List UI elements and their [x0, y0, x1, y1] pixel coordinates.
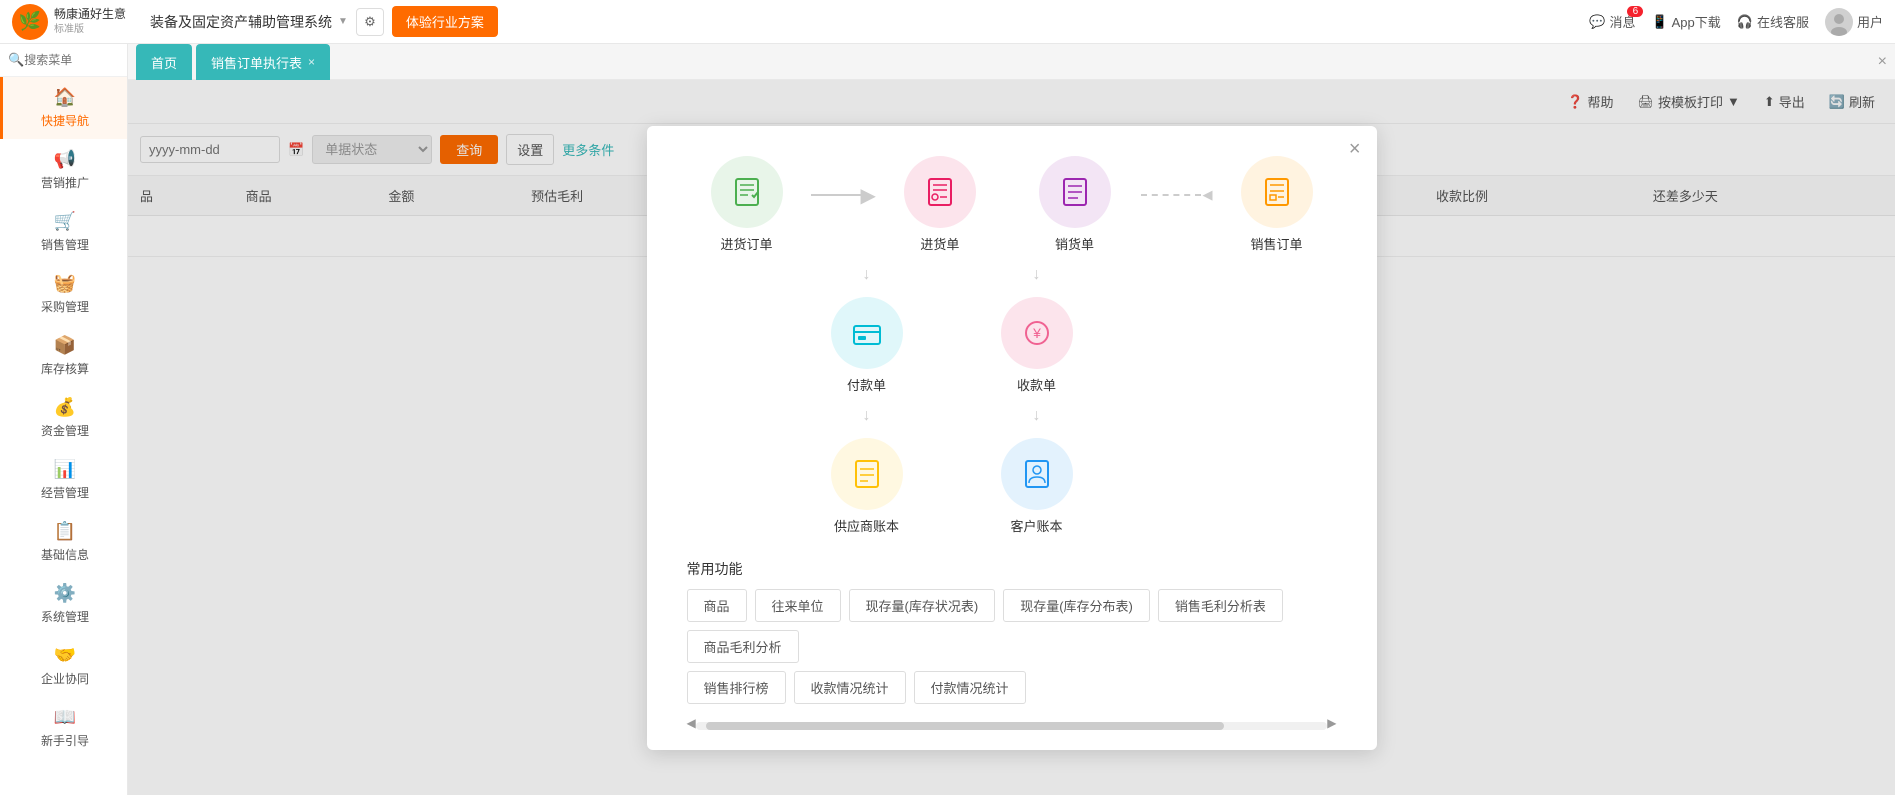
sales-order-icon — [1241, 156, 1313, 228]
common-btn-receipt-stats[interactable]: 收款情况统计 — [794, 671, 906, 704]
system-name: 装备及固定资产辅助管理系统 ▼ — [150, 12, 348, 32]
message-icon: 💬 — [1589, 14, 1605, 30]
payment-bill-icon — [831, 297, 903, 369]
flow-node-sales-order[interactable]: 销售订单 — [1217, 156, 1337, 253]
quick-nav-icon: 🏠 — [54, 87, 76, 108]
sidebar-item-finance[interactable]: 💰 资金管理 — [0, 387, 127, 449]
message-button[interactable]: 💬 消息 6 — [1589, 12, 1635, 31]
supplier-ledger-icon — [831, 438, 903, 510]
tab-bar: 首页 销售订单执行表 × × — [128, 44, 1895, 80]
common-functions-section: 常用功能 商品 往来单位 现存量(库存状况表) 现存量(库存分布表) 销售毛利分… — [687, 559, 1337, 704]
sidebar-search-area[interactable]: 🔍 — [0, 44, 127, 77]
customer-ledger-icon — [1001, 438, 1073, 510]
sidebar-item-marketing[interactable]: 📢 营销推广 — [0, 139, 127, 201]
flow-node-sales-bill[interactable]: 销货单 — [1015, 156, 1135, 253]
sidebar-item-purchase[interactable]: 🧺 采购管理 — [0, 263, 127, 325]
sales-icon: 🛒 — [54, 211, 76, 232]
system-icon: ⚙️ — [54, 583, 76, 604]
tab-sales-order[interactable]: 销售订单执行表 × — [196, 44, 330, 80]
gear-button[interactable]: ⚙ — [356, 8, 384, 36]
modal-close-button[interactable]: × — [1349, 138, 1361, 161]
logo-area: 🌿 畅康通好生意 标准版 — [12, 4, 140, 40]
arrow-down-sales-bill: ↓ — [1033, 267, 1041, 283]
common-btn-sales-ranking[interactable]: 销售排行榜 — [687, 671, 786, 704]
common-btn-partner[interactable]: 往来单位 — [755, 589, 841, 622]
scroll-thumb[interactable] — [706, 722, 1224, 730]
user-menu[interactable]: 用户 — [1825, 8, 1883, 36]
scroll-left-arrow[interactable]: ◀ — [687, 716, 696, 730]
arrow-purchase-order-to-bill: ▶ — [807, 183, 880, 208]
sidebar: 🔍 🏠 快捷导航 📢 营销推广 🛒 销售管理 🧺 采购管理 📦 库存 — [0, 44, 128, 795]
arrow-down-payment: ↓ — [863, 408, 871, 424]
flow-node-purchase-order[interactable]: 进货订单 — [687, 156, 807, 253]
flow-row-2: 付款单 ¥ 收款单 — [687, 297, 1337, 394]
common-btn-product-profit[interactable]: 商品毛利分析 — [687, 630, 799, 663]
common-btn-inventory-dist[interactable]: 现存量(库存分布表) — [1003, 589, 1150, 622]
flow-row-3: 供应商账本 客户账本 — [687, 438, 1337, 535]
common-btn-inventory-status[interactable]: 现存量(库存状况表) — [849, 589, 996, 622]
sidebar-item-inventory[interactable]: 📦 库存核算 — [0, 325, 127, 387]
arrow-down-purchase-bill: ↓ — [863, 267, 871, 283]
inventory-icon: 📦 — [54, 335, 76, 356]
common-buttons-row: 商品 往来单位 现存量(库存状况表) 现存量(库存分布表) 销售毛利分析表 商品… — [687, 589, 1337, 663]
flow-node-customer-ledger[interactable]: 客户账本 — [977, 438, 1097, 535]
marketing-icon: 📢 — [54, 149, 76, 170]
scroll-right-arrow[interactable]: ▶ — [1327, 716, 1336, 730]
purchase-icon: 🧺 — [54, 273, 76, 294]
sidebar-item-sales[interactable]: 🛒 销售管理 — [0, 201, 127, 263]
top-right-area: 💬 消息 6 📱 App下载 🎧 在线客服 用户 — [1589, 8, 1883, 36]
page-wrapper: ❓ 帮助 🖨 按模板打印 ▼ ⬆ 导出 🔄 刷新 — [128, 80, 1895, 795]
purchase-order-icon — [711, 156, 783, 228]
sidebar-item-guide[interactable]: 📖 新手引导 — [0, 697, 127, 759]
flow-diagram: 进货订单 ▶ — [687, 156, 1337, 535]
experience-button[interactable]: 体验行业方案 — [392, 6, 498, 37]
common-functions-title: 常用功能 — [687, 559, 1337, 579]
flow-node-payment-bill[interactable]: 付款单 — [807, 297, 927, 394]
sidebar-item-enterprise[interactable]: 🤝 企业协同 — [0, 635, 127, 697]
flow-row-1: 进货订单 ▶ — [687, 156, 1337, 253]
enterprise-icon: 🤝 — [54, 645, 76, 666]
download-icon: 📱 — [1651, 14, 1667, 30]
common-buttons-row-2: 销售排行榜 收款情况统计 付款情况统计 — [687, 671, 1337, 704]
basic-icon: 📋 — [54, 521, 76, 542]
sidebar-item-basic[interactable]: 📋 基础信息 — [0, 511, 127, 573]
close-all-tabs-button[interactable]: × — [1878, 53, 1887, 71]
flow-node-supplier-ledger[interactable]: 供应商账本 — [807, 438, 927, 535]
flow-row-arrows-2: ↓ ↓ — [687, 404, 1337, 428]
sidebar-item-system[interactable]: ⚙️ 系统管理 — [0, 573, 127, 635]
logo-text: 畅康通好生意 标准版 — [54, 7, 126, 36]
top-bar: 🌿 畅康通好生意 标准版 装备及固定资产辅助管理系统 ▼ ⚙ 体验行业方案 💬 … — [0, 0, 1895, 44]
online-service-button[interactable]: 🎧 在线客服 — [1737, 12, 1809, 31]
search-icon: 🔍 — [8, 52, 24, 68]
sidebar-item-quick-nav[interactable]: 🏠 快捷导航 — [0, 77, 127, 139]
flow-row-arrows: ↓ ↓ — [687, 263, 1337, 287]
avatar — [1825, 8, 1853, 36]
operation-icon: 📊 — [54, 459, 76, 480]
arrow-down-receipt: ↓ — [1033, 408, 1041, 424]
modal-overlay: × 进货订单 — [128, 80, 1895, 795]
finance-icon: 💰 — [54, 397, 76, 418]
tab-home[interactable]: 首页 — [136, 44, 192, 80]
flow-node-purchase-bill[interactable]: 进货单 — [880, 156, 1000, 253]
modal-scrollbar: ◀ ▶ — [687, 716, 1337, 730]
arrow-sales-order-to-bill: ◀ — [1135, 187, 1217, 203]
logo-icon: 🌿 — [12, 4, 48, 40]
flow-node-receipt-bill[interactable]: ¥ 收款单 — [977, 297, 1097, 394]
modal-box: × 进货订单 — [647, 126, 1377, 750]
purchase-bill-icon — [904, 156, 976, 228]
receipt-bill-icon: ¥ — [1001, 297, 1073, 369]
common-btn-payment-stats[interactable]: 付款情况统计 — [914, 671, 1026, 704]
guide-icon: 📖 — [54, 707, 76, 728]
svg-text:¥: ¥ — [1032, 325, 1041, 341]
common-btn-product[interactable]: 商品 — [687, 589, 747, 622]
service-icon: 🎧 — [1737, 14, 1753, 30]
main-area: 🔍 🏠 快捷导航 📢 营销推广 🛒 销售管理 🧺 采购管理 📦 库存 — [0, 44, 1895, 795]
sales-bill-icon — [1039, 156, 1111, 228]
app-download-button[interactable]: 📱 App下载 — [1651, 12, 1720, 31]
system-dropdown-icon[interactable]: ▼ — [338, 16, 348, 27]
content-area: 首页 销售订单执行表 × × ❓ 帮助 🖨 — [128, 44, 1895, 795]
sidebar-item-operation[interactable]: 📊 经营管理 — [0, 449, 127, 511]
tab-close-icon[interactable]: × — [308, 55, 315, 69]
common-btn-sales-analysis[interactable]: 销售毛利分析表 — [1158, 589, 1283, 622]
